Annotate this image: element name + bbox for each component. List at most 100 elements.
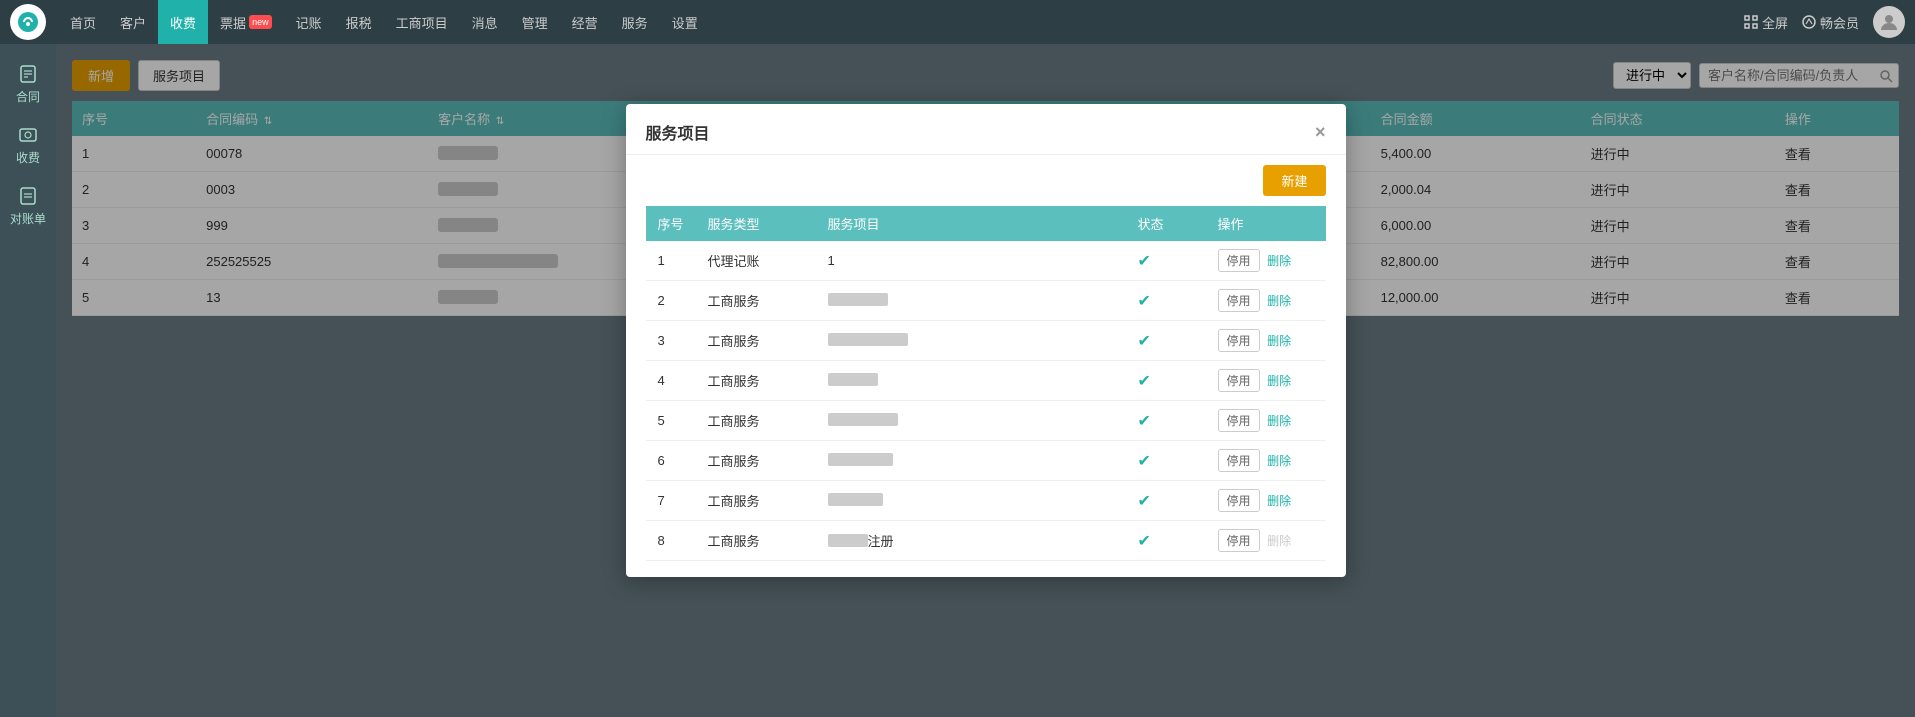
service-seq: 6 <box>646 441 696 481</box>
status-check-icon: ✔ <box>1138 453 1151 470</box>
status-check-icon: ✔ <box>1138 293 1151 310</box>
fee-icon <box>18 125 38 145</box>
fullscreen-btn[interactable]: 全屏 <box>1744 13 1788 32</box>
service-col-type: 服务类型 <box>696 206 816 241</box>
statement-icon <box>18 186 38 206</box>
service-table-row: 6 工商服务 ✔ 停用 删除 <box>646 441 1326 481</box>
nav-item-settings[interactable]: 设置 <box>660 0 710 44</box>
service-actions: 停用 删除 <box>1206 281 1326 321</box>
nav-item-message[interactable]: 消息 <box>460 0 510 44</box>
sidebar: 合同 收费 对账单 <box>0 44 56 717</box>
top-nav-right: 全屏 畅会员 <box>1744 6 1905 38</box>
delete-button[interactable]: 删除 <box>1267 412 1291 429</box>
sidebar-item-statement[interactable]: 对账单 <box>0 176 56 237</box>
status-check-icon: ✔ <box>1138 413 1151 430</box>
service-actions: 停用 删除 <box>1206 481 1326 521</box>
stop-button[interactable]: 停用 <box>1218 289 1260 312</box>
service-type: 工商服务 <box>696 321 816 361</box>
service-type: 工商服务 <box>696 441 816 481</box>
nav-item-industry[interactable]: 工商项目 <box>384 0 460 44</box>
service-col-seq: 序号 <box>646 206 696 241</box>
service-seq: 1 <box>646 241 696 281</box>
service-item <box>816 361 1126 401</box>
service-items-modal: 服务项目 × 新建 序号 服务类型 服务项目 状态 <box>626 104 1346 577</box>
delete-button[interactable]: 删除 <box>1267 532 1291 549</box>
vip-icon <box>1802 15 1816 29</box>
service-status: ✔ <box>1126 441 1206 481</box>
service-status: ✔ <box>1126 481 1206 521</box>
delete-button[interactable]: 删除 <box>1267 292 1291 309</box>
service-item <box>816 321 1126 361</box>
sidebar-item-contract[interactable]: 合同 <box>0 54 56 115</box>
modal-new-button[interactable]: 新建 <box>1263 165 1325 196</box>
avatar-icon <box>1879 12 1899 32</box>
delete-button[interactable]: 删除 <box>1267 252 1291 269</box>
service-status: ✔ <box>1126 401 1206 441</box>
service-type: 代理记账 <box>696 241 816 281</box>
service-table-row: 8 工商服务 注册 ✔ 停用 删除 <box>646 521 1326 561</box>
service-seq: 7 <box>646 481 696 521</box>
service-actions: 停用 删除 <box>1206 521 1326 561</box>
delete-button[interactable]: 删除 <box>1267 492 1291 509</box>
nav-item-manage[interactable]: 管理 <box>510 0 560 44</box>
top-navigation: 首页 客户 收费 票据 new 记账 报税 工商项目 消息 管理 经营 服务 设… <box>0 0 1915 44</box>
nav-item-customer[interactable]: 客户 <box>108 0 158 44</box>
service-type: 工商服务 <box>696 521 816 561</box>
nav-item-operation[interactable]: 经营 <box>560 0 610 44</box>
service-table: 序号 服务类型 服务项目 状态 操作 1 代理记账 1 <box>646 206 1326 561</box>
new-badge: new <box>249 15 272 29</box>
service-type: 工商服务 <box>696 281 816 321</box>
stop-button[interactable]: 停用 <box>1218 449 1260 472</box>
status-check-icon: ✔ <box>1138 493 1151 510</box>
modal-body: 序号 服务类型 服务项目 状态 操作 1 代理记账 1 <box>626 206 1346 577</box>
fullscreen-icon <box>1744 15 1758 29</box>
service-table-row: 1 代理记账 1 ✔ 停用 删除 <box>646 241 1326 281</box>
service-actions: 停用 删除 <box>1206 401 1326 441</box>
service-item <box>816 281 1126 321</box>
stop-button[interactable]: 停用 <box>1218 329 1260 352</box>
stop-button[interactable]: 停用 <box>1218 529 1260 552</box>
stop-button[interactable]: 停用 <box>1218 409 1260 432</box>
nav-item-home[interactable]: 首页 <box>58 0 108 44</box>
contract-icon <box>18 64 38 84</box>
stop-button[interactable]: 停用 <box>1218 489 1260 512</box>
modal-header: 服务项目 × <box>626 104 1346 155</box>
service-status: ✔ <box>1126 521 1206 561</box>
service-type: 工商服务 <box>696 401 816 441</box>
nav-item-bookkeeping[interactable]: 记账 <box>284 0 334 44</box>
service-seq: 4 <box>646 361 696 401</box>
nav-item-service[interactable]: 服务 <box>610 0 660 44</box>
status-check-icon: ✔ <box>1138 333 1151 350</box>
service-actions: 停用 删除 <box>1206 241 1326 281</box>
service-actions: 停用 删除 <box>1206 441 1326 481</box>
modal-title: 服务项目 <box>646 120 710 144</box>
service-seq: 8 <box>646 521 696 561</box>
delete-button[interactable]: 删除 <box>1267 452 1291 469</box>
stop-button[interactable]: 停用 <box>1218 369 1260 392</box>
status-check-icon: ✔ <box>1138 533 1151 550</box>
service-seq: 5 <box>646 401 696 441</box>
service-type: 工商服务 <box>696 361 816 401</box>
service-item <box>816 481 1126 521</box>
nav-item-fee[interactable]: 收费 <box>158 0 208 44</box>
sidebar-item-fee[interactable]: 收费 <box>0 115 56 176</box>
delete-button[interactable]: 删除 <box>1267 332 1291 349</box>
service-table-row: 4 工商服务 ✔ 停用 删除 <box>646 361 1326 401</box>
nav-item-tax[interactable]: 报税 <box>334 0 384 44</box>
service-seq: 3 <box>646 321 696 361</box>
modal-overlay: 服务项目 × 新建 序号 服务类型 服务项目 状态 <box>56 44 1915 717</box>
service-item <box>816 401 1126 441</box>
modal-close-button[interactable]: × <box>1315 122 1326 143</box>
main-content: 新增 服务项目 进行中 已完成 已取消 序号 合同编码 ⇅ <box>56 44 1915 717</box>
service-item: 1 <box>816 241 1126 281</box>
service-status: ✔ <box>1126 281 1206 321</box>
vip-btn[interactable]: 畅会员 <box>1802 13 1859 32</box>
service-actions: 停用 删除 <box>1206 321 1326 361</box>
user-avatar[interactable] <box>1873 6 1905 38</box>
delete-button[interactable]: 删除 <box>1267 372 1291 389</box>
stop-button[interactable]: 停用 <box>1218 249 1260 272</box>
service-seq: 2 <box>646 281 696 321</box>
service-col-action: 操作 <box>1206 206 1326 241</box>
service-table-row: 7 工商服务 ✔ 停用 删除 <box>646 481 1326 521</box>
nav-item-invoice[interactable]: 票据 new <box>208 0 284 44</box>
